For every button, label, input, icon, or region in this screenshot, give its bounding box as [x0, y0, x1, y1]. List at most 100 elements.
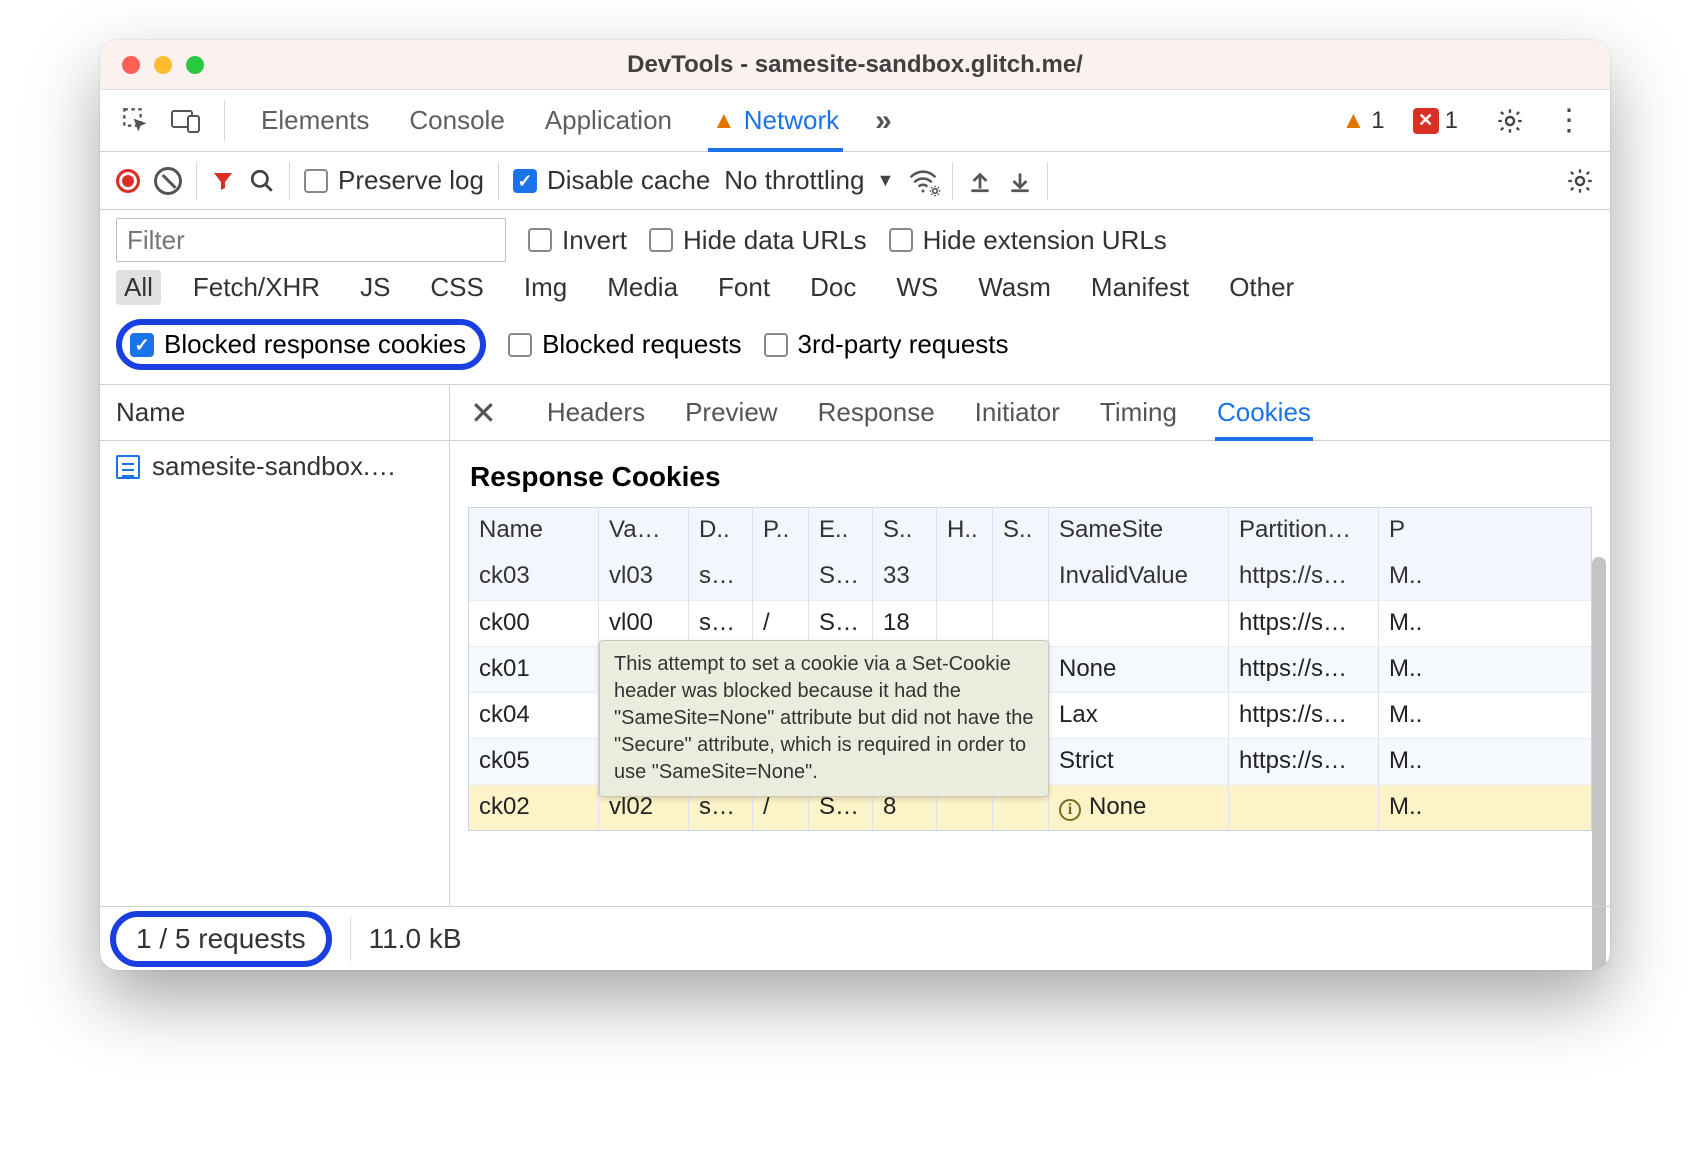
type-other[interactable]: Other	[1221, 270, 1302, 305]
separator	[498, 162, 499, 200]
preserve-log-checkbox[interactable]: Preserve log	[304, 165, 484, 196]
type-ws[interactable]: WS	[888, 270, 946, 305]
cell-name: ck02	[469, 785, 599, 830]
close-window-button[interactable]	[122, 56, 140, 74]
chevron-down-icon: ▼	[876, 170, 894, 191]
throttling-select[interactable]: No throttling ▼	[724, 165, 894, 196]
cell-part: https://s…	[1229, 601, 1379, 646]
transfer-size: 11.0 kB	[369, 923, 462, 955]
main-toolbar: Elements Console Application ▲ Network »…	[100, 90, 1610, 152]
type-wasm[interactable]: Wasm	[970, 270, 1059, 305]
invert-checkbox[interactable]: Invert	[528, 225, 627, 256]
cell-part: https://s…	[1229, 739, 1379, 784]
minimize-window-button[interactable]	[154, 56, 172, 74]
blocked-requests-checkbox[interactable]: Blocked requests	[508, 329, 741, 360]
resource-type-filters: All Fetch/XHR JS CSS Img Media Font Doc …	[100, 266, 1610, 315]
type-img[interactable]: Img	[516, 270, 575, 305]
col-partition[interactable]: Partition…	[1229, 508, 1379, 554]
cell-pr: M..	[1379, 693, 1591, 738]
type-css[interactable]: CSS	[422, 270, 491, 305]
tab-elements[interactable]: Elements	[261, 90, 369, 151]
info-icon[interactable]: i	[1059, 799, 1081, 821]
col-expires[interactable]: E..	[809, 508, 873, 554]
third-party-requests-checkbox[interactable]: 3rd-party requests	[764, 329, 1009, 360]
filter-row: Invert Hide data URLs Hide extension URL…	[100, 210, 1610, 266]
type-fetch-xhr[interactable]: Fetch/XHR	[185, 270, 328, 305]
settings-icon[interactable]	[1496, 107, 1524, 135]
device-toolbar-icon[interactable]	[166, 101, 206, 141]
type-js[interactable]: JS	[352, 270, 398, 305]
col-samesite[interactable]: SameSite	[1049, 508, 1229, 554]
tab-response[interactable]: Response	[818, 385, 935, 440]
tab-headers[interactable]: Headers	[547, 385, 645, 440]
tab-preview[interactable]: Preview	[685, 385, 777, 440]
col-httponly[interactable]: H..	[937, 508, 993, 554]
network-toolbar: Preserve log Disable cache No throttling…	[100, 152, 1610, 210]
type-media[interactable]: Media	[599, 270, 686, 305]
requests-count-highlight: 1 / 5 requests	[110, 911, 332, 967]
blocked-response-cookies-checkbox[interactable]: Blocked response cookies	[130, 329, 466, 360]
col-size[interactable]: S..	[873, 508, 937, 554]
separator	[224, 101, 225, 141]
close-details-icon[interactable]: ✕	[470, 394, 497, 432]
disable-cache-checkbox[interactable]: Disable cache	[513, 165, 710, 196]
samesite-tooltip: This attempt to set a cookie via a Set-C…	[599, 640, 1049, 797]
cell-ss	[1049, 601, 1229, 646]
separator	[196, 162, 197, 200]
upload-har-icon[interactable]	[967, 168, 993, 194]
col-name[interactable]: Name	[469, 508, 599, 554]
tab-timing[interactable]: Timing	[1100, 385, 1177, 440]
response-cookies-heading: Response Cookies	[450, 441, 1610, 507]
hide-data-urls-checkbox[interactable]: Hide data URLs	[649, 225, 867, 256]
type-all[interactable]: All	[116, 270, 161, 305]
warning-icon: ▲	[712, 107, 736, 135]
cell-pr: M..	[1379, 647, 1591, 692]
type-doc[interactable]: Doc	[802, 270, 864, 305]
col-domain[interactable]: D..	[689, 508, 753, 554]
vertical-scrollbar[interactable]	[1590, 557, 1608, 896]
more-tabs-button[interactable]: »	[875, 104, 888, 138]
cell-name: ck03	[469, 554, 599, 600]
blocked-filters-row: Blocked response cookies Blocked request…	[100, 315, 1610, 385]
separator	[952, 162, 953, 200]
type-manifest[interactable]: Manifest	[1083, 270, 1197, 305]
warnings-count[interactable]: ▲ 1	[1342, 107, 1385, 135]
cell-pr: M..	[1379, 601, 1591, 646]
tab-network[interactable]: ▲ Network	[712, 90, 839, 151]
cell-d: s…	[689, 554, 753, 600]
cookies-table: Name Va… D.. P.. E.. S.. H.. S.. SameSit…	[468, 507, 1592, 831]
tab-initiator[interactable]: Initiator	[975, 385, 1060, 440]
cell-s2	[993, 554, 1049, 600]
titlebar: DevTools - samesite-sandbox.glitch.me/	[100, 40, 1610, 90]
search-icon[interactable]	[249, 168, 275, 194]
hide-extension-urls-checkbox[interactable]: Hide extension URLs	[889, 225, 1167, 256]
cell-s: 33	[873, 554, 937, 600]
inspect-element-icon[interactable]	[116, 101, 156, 141]
cell-name: ck00	[469, 601, 599, 646]
record-button[interactable]	[116, 169, 140, 193]
name-column-header[interactable]: Name	[100, 385, 449, 441]
tab-application[interactable]: Application	[545, 90, 672, 151]
filter-input[interactable]	[116, 218, 506, 262]
tab-cookies[interactable]: Cookies	[1217, 385, 1311, 440]
download-har-icon[interactable]	[1007, 168, 1033, 194]
col-value[interactable]: Va…	[599, 508, 689, 554]
col-path[interactable]: P..	[753, 508, 809, 554]
clear-button[interactable]	[154, 167, 182, 195]
filter-icon[interactable]	[211, 169, 235, 193]
col-priority[interactable]: P	[1379, 508, 1591, 554]
type-font[interactable]: Font	[710, 270, 778, 305]
request-name: samesite-sandbox.…	[152, 451, 396, 482]
network-conditions-icon[interactable]	[908, 168, 938, 194]
more-options-icon[interactable]: ⋮	[1554, 103, 1584, 138]
cell-name: ck01	[469, 647, 599, 692]
zoom-window-button[interactable]	[186, 56, 204, 74]
cell-part: https://s…	[1229, 647, 1379, 692]
network-settings-icon[interactable]	[1566, 167, 1594, 195]
tab-console[interactable]: Console	[409, 90, 504, 151]
errors-count[interactable]: ✕ 1	[1413, 107, 1458, 135]
table-header-row: Name Va… D.. P.. E.. S.. H.. S.. SameSit…	[469, 508, 1591, 554]
request-row[interactable]: samesite-sandbox.…	[100, 441, 449, 492]
table-row[interactable]: ck03vl03s…S…33InvalidValuehttps://s…M..	[469, 554, 1591, 600]
col-secure[interactable]: S..	[993, 508, 1049, 554]
